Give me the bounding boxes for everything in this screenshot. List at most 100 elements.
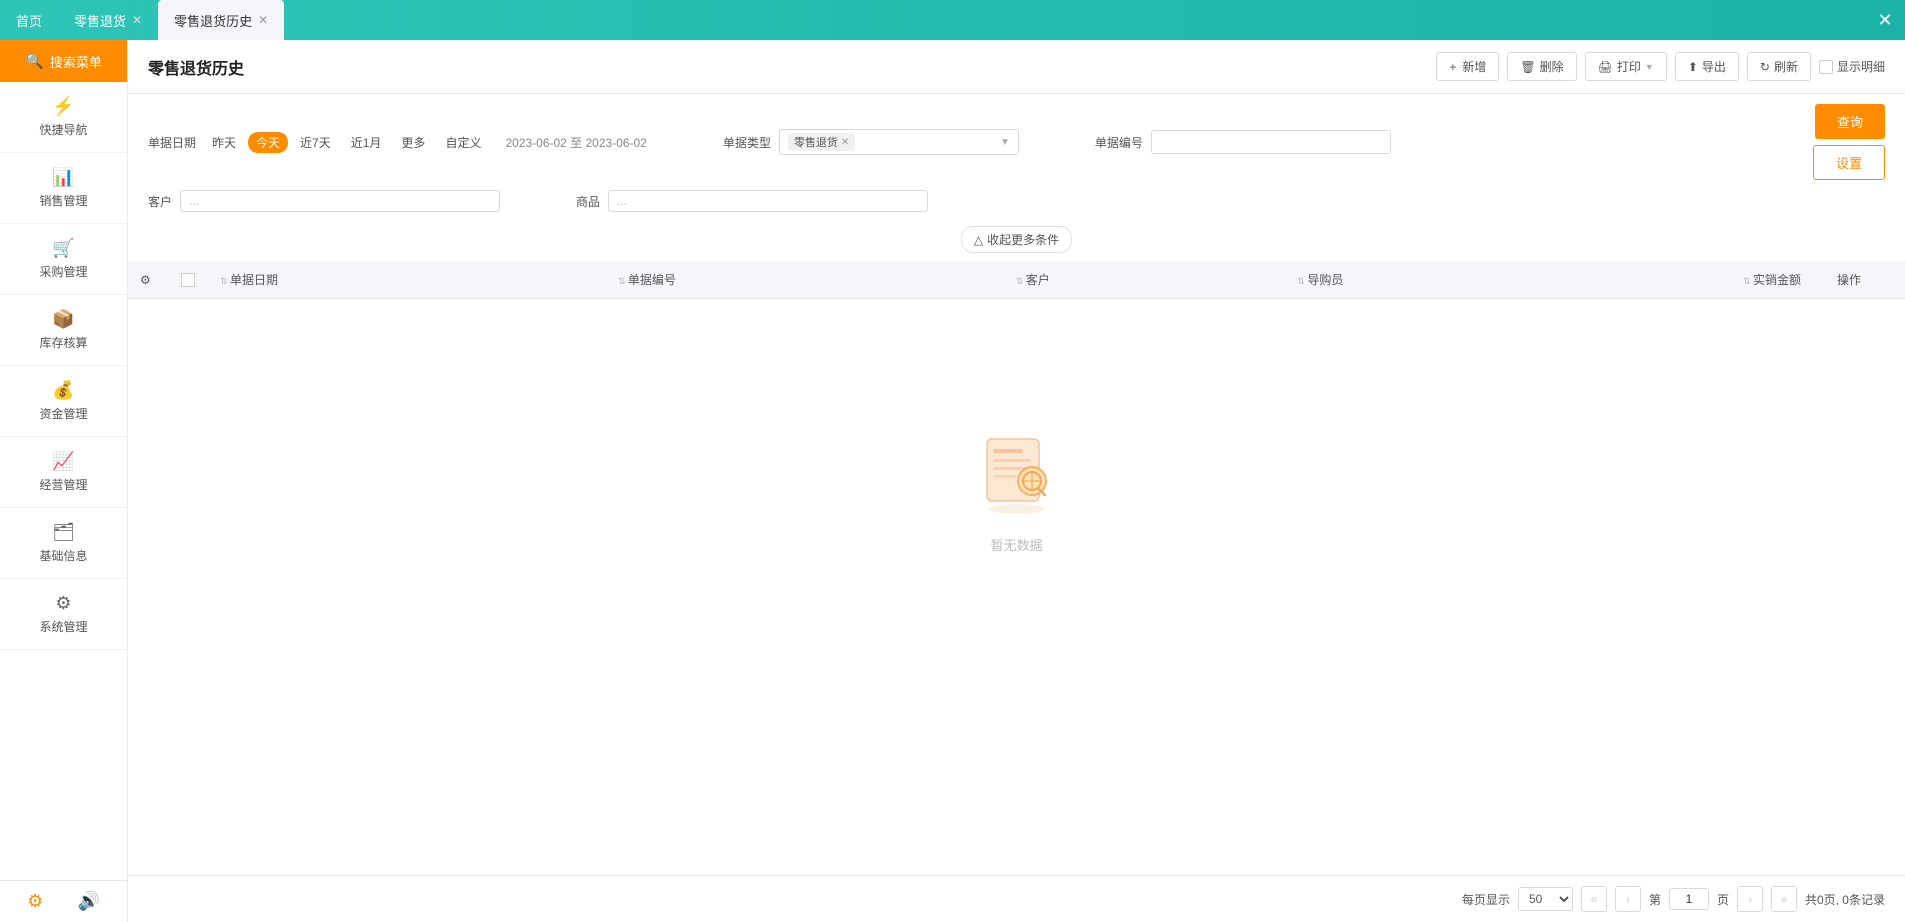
page-title: 零售退货历史 <box>148 55 244 79</box>
doc-type-filter: 单据类型 零售退货 ✕ ▼ <box>723 129 1019 155</box>
volume-icon[interactable]: 🔊 <box>77 891 99 912</box>
action-buttons: 查询 设置 <box>1813 104 1885 180</box>
sort-icon-amount: ⇅ <box>1743 276 1753 286</box>
tab-retail-return[interactable]: 零售退货 ✕ <box>58 0 158 40</box>
sidebar-item-operations[interactable]: 📈 经营管理 <box>0 437 127 508</box>
date-opt-1month[interactable]: 近1月 <box>343 132 390 153</box>
settings-bottom-icon[interactable]: ⚙ <box>27 891 43 912</box>
system-icon: ⚙ <box>55 593 71 614</box>
sidebar-item-label: 经营管理 <box>39 476 87 493</box>
sort-icon-date: ⇅ <box>220 276 230 286</box>
page-input[interactable] <box>1669 888 1709 910</box>
doc-type-tag-close[interactable]: ✕ <box>841 137 849 148</box>
first-page-button[interactable]: « <box>1581 886 1607 912</box>
tab-retail-return-history[interactable]: 零售退货历史 ✕ <box>158 0 284 40</box>
refresh-button[interactable]: ↻ 刷新 <box>1747 52 1811 81</box>
basic-info-icon: 🗂 <box>52 522 75 543</box>
date-opt-7days[interactable]: 近7天 <box>292 132 339 153</box>
sidebar-search-label: 搜索菜单 <box>50 52 102 71</box>
th-checkbox[interactable] <box>168 261 208 299</box>
sidebar-item-finance[interactable]: 💰 资金管理 <box>0 366 127 437</box>
th-amount[interactable]: ⇅ 实销金额 <box>1625 261 1825 299</box>
show-detail-label: 显示明细 <box>1837 58 1885 75</box>
page-size-label: 每页显示 <box>1462 891 1510 908</box>
th-customer[interactable]: ⇅ 客户 <box>1004 261 1286 299</box>
sidebar-bottom: ⚙ 🔊 <box>0 880 127 922</box>
tab-close-retail-return[interactable]: ✕ <box>132 13 142 27</box>
print-button[interactable]: 🖨 打印 ▼ <box>1585 52 1667 81</box>
table-body: 暂无数据 <box>128 299 1905 695</box>
sidebar-item-purchase[interactable]: 🛒 采购管理 <box>0 224 127 295</box>
doc-number-input[interactable] <box>1151 130 1391 154</box>
sidebar-search[interactable]: 🔍 搜索菜单 <box>0 40 127 82</box>
customer-label: 客户 <box>148 193 172 210</box>
inventory-icon: 📦 <box>52 309 74 330</box>
purchase-icon: 🛒 <box>52 238 74 259</box>
sidebar-item-system[interactable]: ⚙ 系统管理 <box>0 579 127 650</box>
empty-state: 暂无数据 <box>128 359 1905 614</box>
sales-icon: 📊 <box>52 167 74 188</box>
customer-filter: 客户 ... <box>148 190 500 212</box>
sidebar-item-inventory[interactable]: 📦 库存核算 <box>0 295 127 366</box>
sidebar-item-sales[interactable]: 📊 销售管理 <box>0 153 127 224</box>
th-date[interactable]: ⇅ 单据日期 <box>208 261 606 299</box>
delete-button[interactable]: 🗑 删除 <box>1507 52 1576 81</box>
operations-icon: 📈 <box>52 451 74 472</box>
export-button[interactable]: ⬆ 导出 <box>1675 52 1739 81</box>
window-close-button[interactable]: ✕ <box>1865 0 1905 40</box>
print-dropdown-icon: ▼ <box>1645 62 1654 72</box>
date-range-text: 2023-06-02 至 2023-06-02 <box>505 134 646 151</box>
top-bar: 首页 零售退货 ✕ 零售退货历史 ✕ ✕ <box>0 0 1905 40</box>
date-opt-today[interactable]: 今天 <box>248 132 288 153</box>
customer-placeholder: ... <box>189 194 199 208</box>
sidebar-item-basic-info[interactable]: 🗂 基础信息 <box>0 508 127 579</box>
page-size-select[interactable]: 50 20 100 <box>1518 887 1573 911</box>
date-options: 昨天 今天 近7天 近1月 更多 自定义 <box>204 132 489 153</box>
set-button[interactable]: 设置 <box>1813 145 1885 180</box>
first-page-icon: « <box>1591 892 1598 906</box>
table-header: ⚙ ⇅ 单据日期 ⇅ 单据编号 <box>128 261 1905 299</box>
page-label-before: 第 <box>1649 891 1661 908</box>
customer-input[interactable]: ... <box>180 190 500 212</box>
date-opt-yesterday[interactable]: 昨天 <box>204 132 244 153</box>
show-detail-wrap: 显示明细 <box>1819 58 1885 75</box>
empty-state-row: 暂无数据 <box>128 299 1905 695</box>
sort-icon-guide: ⇅ <box>1297 276 1307 286</box>
tab-close-retail-return-history[interactable]: ✕ <box>258 13 268 27</box>
th-guide[interactable]: ⇅ 导购员 <box>1285 261 1625 299</box>
doc-type-input[interactable]: 零售退货 ✕ ▼ <box>779 129 1019 155</box>
prev-page-icon: ‹ <box>1626 892 1630 906</box>
title-toolbar-row: 零售退货历史 + 新增 🗑 删除 🖨 打印 ▼ <box>148 52 1885 81</box>
add-button[interactable]: + 新增 <box>1436 52 1499 81</box>
sidebar-item-quick-nav[interactable]: ⚡ 快捷导航 <box>0 82 127 153</box>
product-placeholder: ... <box>617 194 627 208</box>
sort-icon-customer: ⇅ <box>1016 276 1026 286</box>
show-detail-checkbox[interactable] <box>1819 60 1833 74</box>
date-opt-more[interactable]: 更多 <box>393 132 433 153</box>
sidebar: 🔍 搜索菜单 ⚡ 快捷导航 📊 销售管理 🛒 采购管理 📦 库存核算 💰 <box>0 40 128 922</box>
collapse-label: 收起更多条件 <box>987 231 1059 248</box>
th-number[interactable]: ⇅ 单据编号 <box>606 261 1004 299</box>
quick-nav-icon: ⚡ <box>52 96 74 117</box>
sidebar-item-label: 销售管理 <box>39 192 87 209</box>
th-settings[interactable]: ⚙ <box>128 261 168 299</box>
query-button[interactable]: 查询 <box>1815 104 1885 139</box>
date-filter: 单据日期 昨天 今天 近7天 近1月 更多 自定义 <box>148 132 489 153</box>
date-opt-custom[interactable]: 自定义 <box>437 132 489 153</box>
tab-home[interactable]: 首页 <box>0 0 58 40</box>
doc-type-tag: 零售退货 ✕ <box>788 133 855 151</box>
next-page-button[interactable]: › <box>1737 886 1763 912</box>
prev-page-button[interactable]: ‹ <box>1615 886 1641 912</box>
sidebar-item-label: 快捷导航 <box>39 121 87 138</box>
empty-text: 暂无数据 <box>990 535 1042 554</box>
data-table: ⚙ ⇅ 单据日期 ⇅ 单据编号 <box>128 261 1905 694</box>
last-page-button[interactable]: » <box>1771 886 1797 912</box>
select-all-checkbox[interactable] <box>181 273 195 287</box>
collapse-button[interactable]: △ 收起更多条件 <box>961 226 1072 253</box>
tab-list: 首页 零售退货 ✕ 零售退货历史 ✕ <box>0 0 1865 40</box>
product-input[interactable]: ... <box>608 190 928 212</box>
empty-icon <box>967 419 1067 519</box>
sort-icon-number: ⇅ <box>618 276 628 286</box>
sidebar-item-label: 系统管理 <box>39 618 87 635</box>
product-filter: 商品 ... <box>576 190 928 212</box>
